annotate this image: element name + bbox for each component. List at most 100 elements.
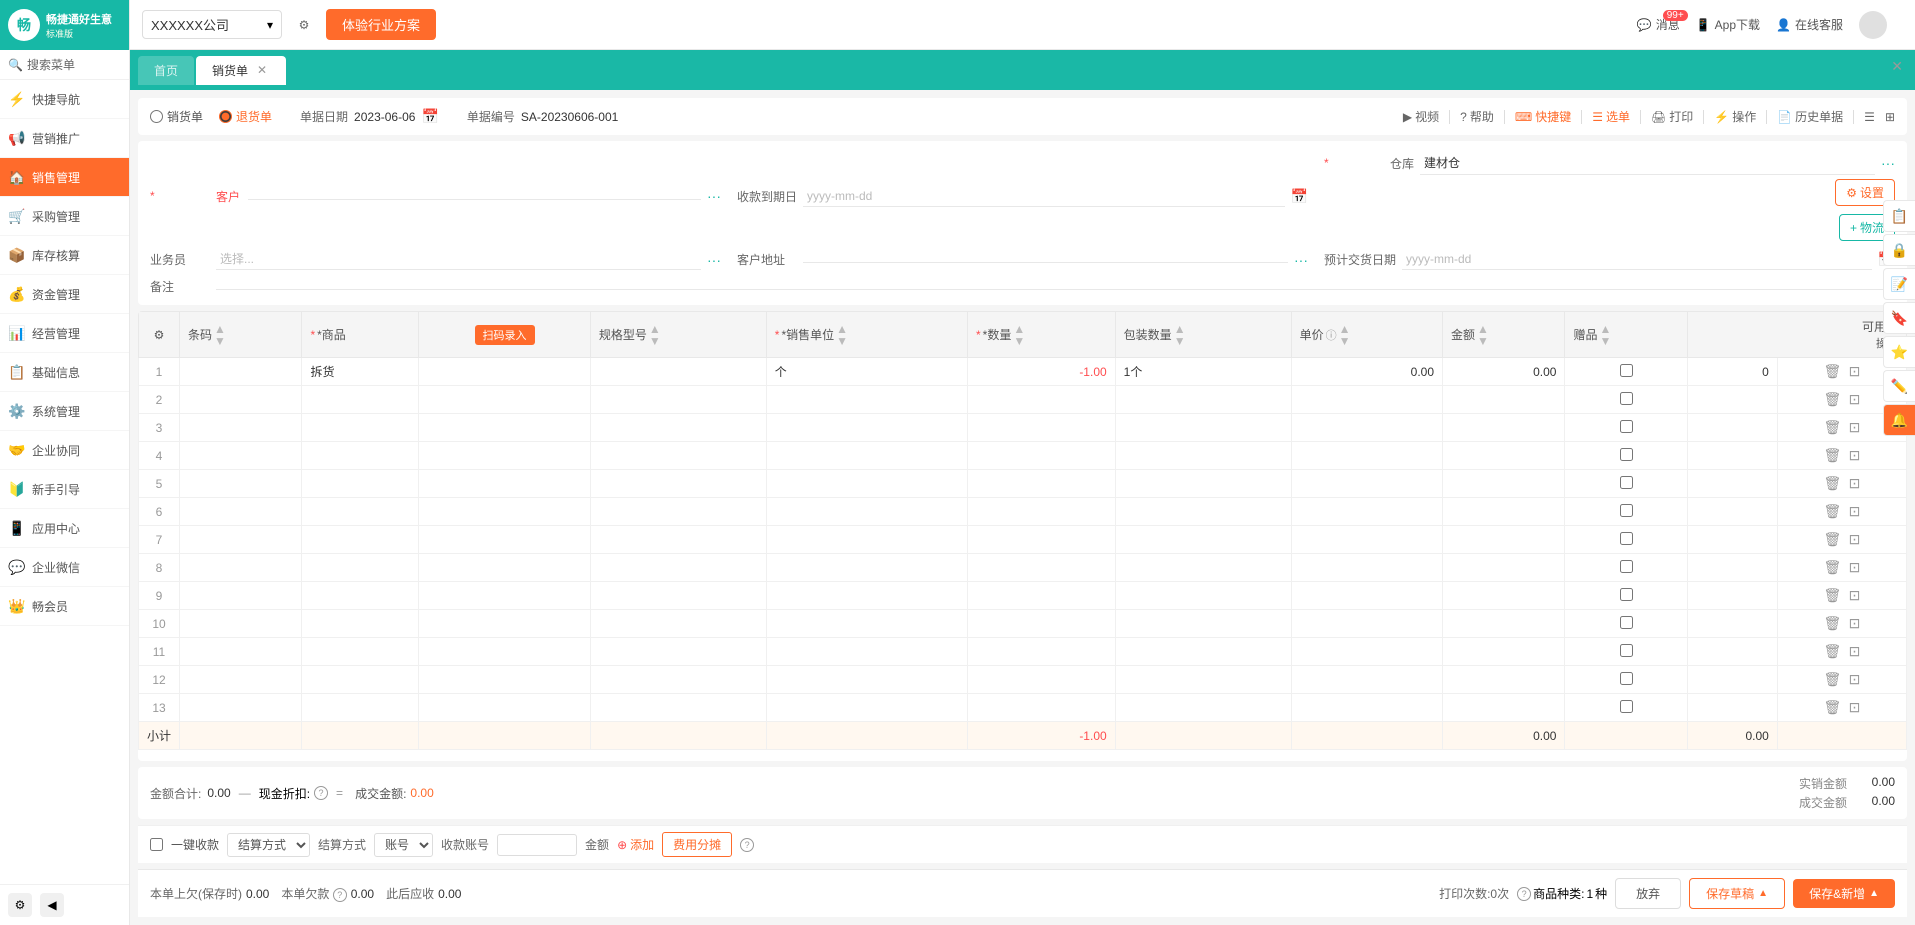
cell-barcode[interactable] [180,582,302,610]
cell-spec[interactable] [590,526,766,554]
cell-spec[interactable] [590,358,766,386]
cell-gift[interactable] [1565,470,1687,498]
delete-icon[interactable]: 🗑 [1822,475,1844,491]
cell-price[interactable] [1291,554,1442,582]
cell-pkg-qty[interactable]: 1个 [1115,358,1291,386]
cell-pkg-qty[interactable] [1115,582,1291,610]
cell-unit[interactable] [766,554,967,582]
topbar-settings-btn[interactable]: ⚙ [290,11,318,39]
cell-barcode[interactable] [180,358,302,386]
app-download-btn[interactable]: 📱 App下载 [1696,16,1760,33]
cell-price[interactable] [1291,498,1442,526]
delete-icon[interactable]: 🗑 [1822,643,1844,659]
trial-button[interactable]: 体验行业方案 [326,9,436,40]
cell-qty[interactable] [967,694,1115,722]
cell-barcode[interactable] [180,498,302,526]
cell-gift[interactable] [1565,610,1687,638]
cell-spec[interactable] [590,386,766,414]
cell-pkg-qty[interactable] [1115,470,1291,498]
action-help[interactable]: ? 帮助 [1460,108,1494,125]
remark-input[interactable] [216,283,1895,290]
cell-amount[interactable] [1443,610,1565,638]
cell-spec[interactable] [590,638,766,666]
copy-icon[interactable]: ⊡ [1847,671,1863,687]
cell-spec[interactable] [590,694,766,722]
cell-gift[interactable] [1565,582,1687,610]
action-shortcut[interactable]: ⌨ 快捷键 [1515,108,1571,125]
cell-barcode[interactable] [180,610,302,638]
cell-gift[interactable] [1565,386,1687,414]
cell-amount[interactable] [1443,666,1565,694]
cell-pkg-qty[interactable] [1115,666,1291,694]
amount-input[interactable] [497,834,577,856]
payment-due-calendar-icon[interactable]: 📅 [1291,188,1308,205]
cell-spec[interactable] [590,582,766,610]
warehouse-dots-btn[interactable]: ··· [1881,155,1895,171]
sidebar-item-purchase[interactable]: 🛒 采购管理 [0,197,129,236]
sidebar-item-system[interactable]: ⚙️ 系统管理 [0,392,129,431]
radio-sales-input[interactable] [150,110,163,123]
gift-checkbox[interactable] [1620,420,1633,433]
cell-gift[interactable] [1565,666,1687,694]
sidebar-item-member[interactable]: 👑 畅会员 [0,587,129,626]
cell-unit[interactable] [766,638,967,666]
copy-icon[interactable]: ⊡ [1847,503,1863,519]
cell-price[interactable] [1291,666,1442,694]
cell-spec[interactable] [590,666,766,694]
copy-icon[interactable]: ⊡ [1847,643,1863,659]
cell-unit[interactable] [766,470,967,498]
cell-price[interactable] [1291,638,1442,666]
action-print[interactable]: 🖨 打印 [1651,108,1693,125]
delivery-date-input[interactable] [1402,249,1872,270]
discard-button[interactable]: 放弃 [1615,878,1681,909]
delete-icon[interactable]: 🗑 [1822,671,1844,687]
fee-split-btn[interactable]: 费用分摊 [662,832,732,857]
sidebar-item-marketing[interactable]: 📢 营销推广 [0,119,129,158]
cell-qty[interactable] [967,638,1115,666]
radio-return[interactable]: 退货单 [219,108,272,125]
sidebar-item-operation[interactable]: 📊 经营管理 [0,314,129,353]
cell-product[interactable] [302,414,419,442]
tab-close-icon[interactable]: ✕ [254,62,270,78]
cell-barcode[interactable] [180,666,302,694]
date-value[interactable]: 2023-06-06 [354,110,415,124]
cell-pkg-qty[interactable] [1115,554,1291,582]
copy-icon[interactable]: ⊡ [1847,391,1863,407]
cell-pkg-qty[interactable] [1115,610,1291,638]
cell-amount[interactable] [1443,498,1565,526]
cell-unit[interactable] [766,498,967,526]
cell-gift[interactable] [1565,414,1687,442]
copy-icon[interactable]: ⊡ [1847,531,1863,547]
cell-amount[interactable] [1443,442,1565,470]
message-btn[interactable]: 💬 消息 99+ [1637,16,1680,33]
cell-spec[interactable] [590,470,766,498]
warehouse-input[interactable]: 建材仓 [1420,151,1875,175]
calendar-icon[interactable]: 📅 [421,108,438,125]
cell-unit[interactable] [766,582,967,610]
tab-home[interactable]: 首页 [138,56,194,85]
gift-checkbox[interactable] [1620,476,1633,489]
copy-icon[interactable]: ⊡ [1847,475,1863,491]
float-btn-5[interactable]: ⭐ [1883,336,1915,368]
address-dots-btn[interactable]: ··· [1294,252,1308,268]
user-avatar[interactable] [1859,11,1887,39]
action-view-list[interactable]: ☰ [1864,110,1875,124]
delete-icon[interactable]: 🗑 [1822,447,1844,463]
cell-unit[interactable] [766,414,967,442]
cell-price[interactable]: 0.00 [1291,358,1442,386]
cell-unit[interactable] [766,386,967,414]
gift-checkbox[interactable] [1620,364,1633,377]
save-draft-button[interactable]: 保存草稿 ▲ [1689,878,1785,909]
cell-barcode[interactable] [180,554,302,582]
delete-icon[interactable]: 🗑 [1822,615,1844,631]
copy-icon[interactable]: ⊡ [1847,447,1863,463]
action-video[interactable]: ▶ 视频 [1403,108,1439,125]
gift-checkbox[interactable] [1620,392,1633,405]
cell-unit[interactable] [766,694,967,722]
sidebar-item-basic[interactable]: 📋 基础信息 [0,353,129,392]
float-btn-4[interactable]: 🔖 [1883,302,1915,334]
sidebar-item-app-center[interactable]: 📱 应用中心 [0,509,129,548]
action-operate[interactable]: ⚡ 操作 [1714,108,1756,125]
customer-dots-btn[interactable]: ··· [707,188,721,204]
cell-spec[interactable] [590,610,766,638]
